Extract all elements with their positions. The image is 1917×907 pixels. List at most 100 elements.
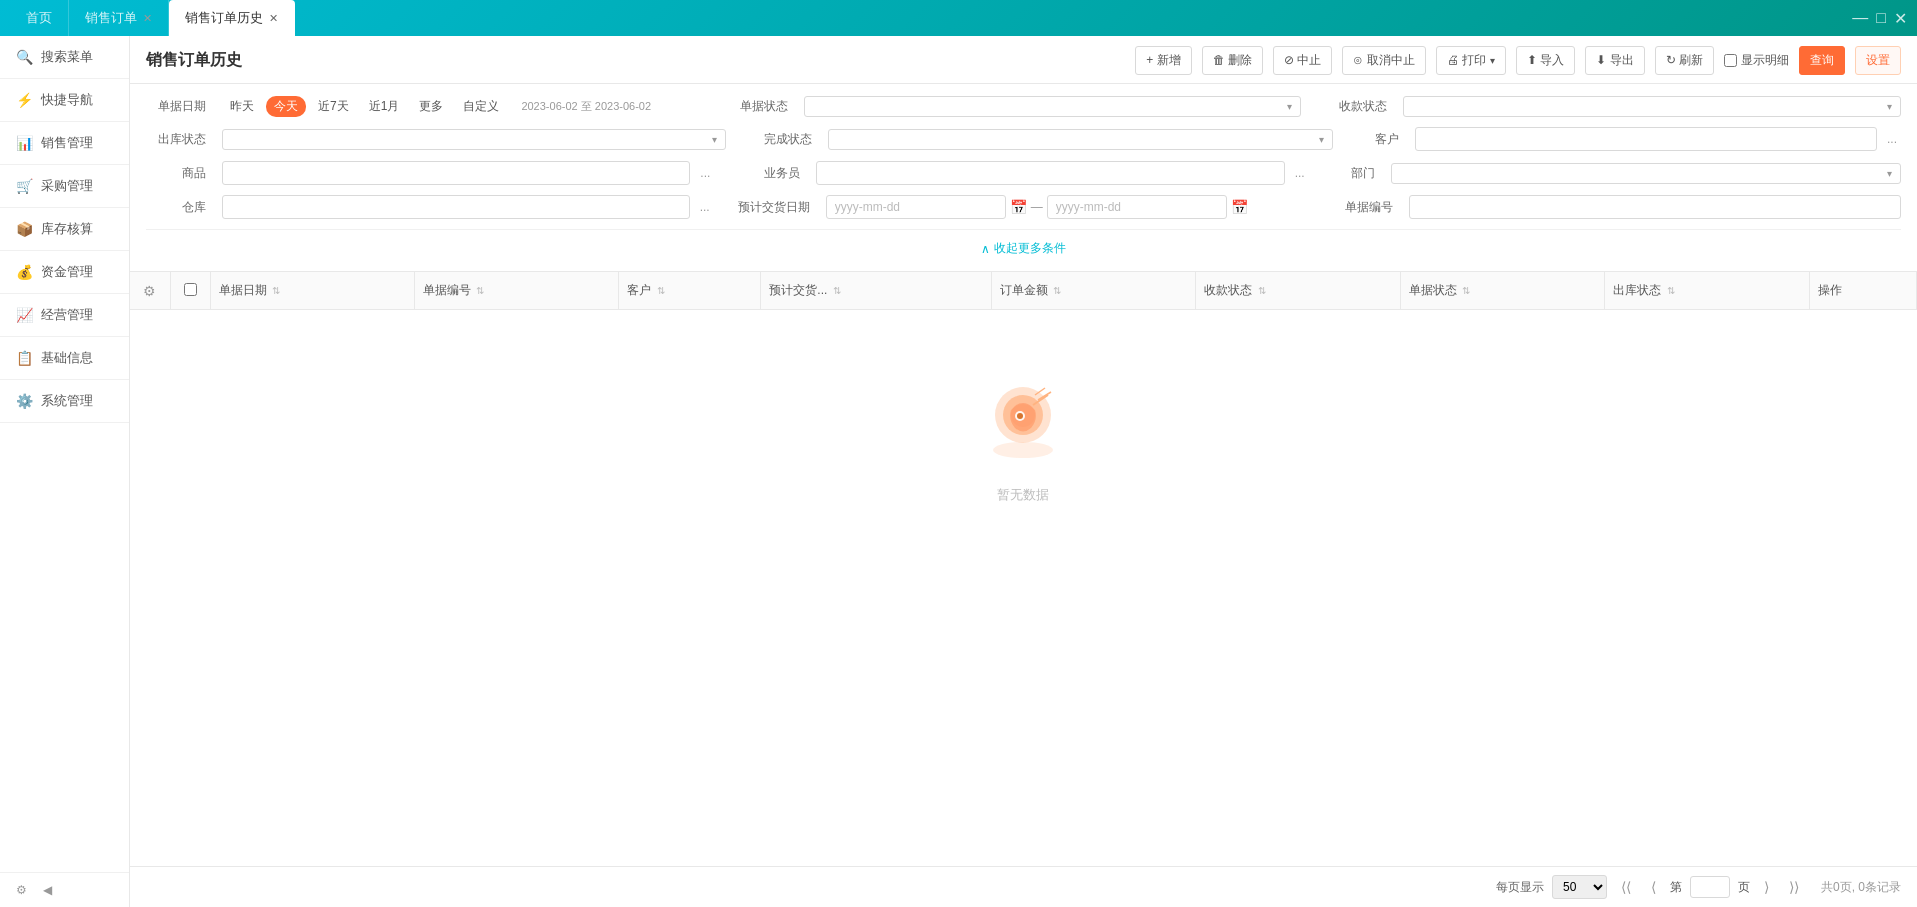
filter-row-1: 单据日期 昨天 今天 近7天 近1月 更多 自定义 2023-06-02 至 2…: [146, 96, 1901, 117]
table-checkbox-header[interactable]: [170, 272, 210, 310]
col-customer-sort-icon[interactable]: ⇅: [657, 285, 665, 296]
import-button[interactable]: ⬆ 导入: [1516, 46, 1575, 75]
window-close-btn[interactable]: ✕: [1894, 9, 1907, 28]
customer-input[interactable]: [1415, 127, 1877, 151]
payment-status-select[interactable]: ▾: [1403, 96, 1901, 117]
order-no-input[interactable]: [1409, 195, 1901, 219]
delivery-end-calendar-icon[interactable]: 📅: [1231, 199, 1248, 215]
date-today-btn[interactable]: 今天: [266, 96, 306, 117]
stop-button[interactable]: ⊘ 中止: [1273, 46, 1332, 75]
salesperson-input[interactable]: [816, 161, 1284, 185]
date-7days-btn[interactable]: 近7天: [310, 96, 357, 117]
window-min-btn[interactable]: —: [1852, 9, 1868, 27]
empty-state: 暂无数据: [130, 310, 1917, 564]
salesperson-more-btn[interactable]: ...: [1291, 166, 1309, 180]
tab-sales-order-close[interactable]: ✕: [143, 12, 152, 25]
sidebar-item-purchase[interactable]: 🛒 采购管理: [0, 165, 129, 208]
new-button[interactable]: + 新增: [1135, 46, 1191, 75]
col-out-sort-icon[interactable]: ⇅: [1667, 285, 1675, 296]
sidebar-item-system[interactable]: ⚙️ 系统管理: [0, 380, 129, 423]
col-payment-sort-icon[interactable]: ⇅: [1258, 285, 1266, 296]
status-select[interactable]: ▾: [804, 96, 1302, 117]
complete-status-arrow-icon: ▾: [1319, 134, 1324, 145]
sidebar-item-quicknav[interactable]: ⚡ 快捷导航: [0, 79, 129, 122]
col-payment-status: 收款状态 ⇅: [1196, 272, 1400, 310]
sidebar-item-basic-label: 基础信息: [41, 349, 93, 367]
goods-input[interactable]: [222, 161, 690, 185]
print-arrow-icon: ▾: [1490, 55, 1495, 66]
date-1month-btn[interactable]: 近1月: [361, 96, 408, 117]
table-settings-icon[interactable]: ⚙: [143, 283, 156, 299]
collapse-up-icon: ∧: [981, 242, 990, 256]
col-no: 单据编号 ⇅: [414, 272, 618, 310]
next-page-btn[interactable]: ⟩: [1758, 876, 1775, 898]
warehouse-control: ...: [222, 195, 714, 219]
collapse-btn[interactable]: ∧ 收起更多条件: [981, 236, 1066, 259]
export-button[interactable]: ⬇ 导出: [1585, 46, 1644, 75]
settings-button[interactable]: 设置: [1855, 46, 1901, 75]
sidebar-item-operations[interactable]: 📈 经营管理: [0, 294, 129, 337]
query-button[interactable]: 查询: [1799, 46, 1845, 75]
col-amount-sort-icon[interactable]: ⇅: [1053, 285, 1061, 296]
sidebar-item-sales-label: 销售管理: [41, 134, 93, 152]
tab-sales-order-history[interactable]: 销售订单历史 ✕: [169, 0, 295, 36]
footer: 每页显示 50 10 20 100 ⟨⟨ ⟨ 第 1 页 ⟩ ⟩⟩ 共0页, 0…: [130, 866, 1917, 907]
per-page-select[interactable]: 50 10 20 100: [1552, 875, 1607, 899]
sidebar-item-sales[interactable]: 📊 销售管理: [0, 122, 129, 165]
complete-status-select[interactable]: ▾: [828, 129, 1332, 150]
sidebar-collapse-btn[interactable]: ◀: [43, 883, 52, 897]
page-input[interactable]: 1: [1690, 876, 1730, 898]
table-settings-header[interactable]: ⚙: [130, 272, 170, 310]
col-date-sort-icon[interactable]: ⇅: [272, 285, 280, 296]
window-max-btn[interactable]: □: [1876, 9, 1886, 27]
date-custom-btn[interactable]: 自定义: [455, 96, 507, 117]
table-select-all-checkbox[interactable]: [184, 283, 197, 296]
col-doc-sort-icon[interactable]: ⇅: [1462, 285, 1470, 296]
warehouse-input[interactable]: [222, 195, 690, 219]
payment-status-label: 收款状态: [1317, 98, 1387, 115]
warehouse-more-btn[interactable]: ...: [696, 200, 714, 214]
refresh-button[interactable]: ↻ 刷新: [1655, 46, 1714, 75]
sidebar-item-search[interactable]: 🔍 搜索菜单: [0, 36, 129, 79]
basic-icon: 📋: [16, 350, 33, 366]
filter-row-2: 出库状态 ▾ 完成状态 ▾ 客户 ...: [146, 127, 1901, 151]
cancel-stop-button[interactable]: ⊙ 取消中止: [1342, 46, 1425, 75]
delivery-label: 预计交货日期: [730, 199, 810, 216]
print-button[interactable]: 🖨 打印 ▾: [1436, 46, 1506, 75]
display-cols-checkbox[interactable]: [1724, 54, 1737, 67]
col-no-sort-icon[interactable]: ⇅: [476, 285, 484, 296]
sidebar-item-finance[interactable]: 💰 资金管理: [0, 251, 129, 294]
tab-sales-order-label: 销售订单: [85, 9, 137, 27]
delivery-start-input[interactable]: [826, 195, 1006, 219]
prev-page-btn[interactable]: ⟨: [1645, 876, 1662, 898]
out-status-select[interactable]: ▾: [222, 129, 726, 150]
empty-text: 暂无数据: [997, 486, 1049, 504]
delivery-start-calendar-icon[interactable]: 📅: [1010, 199, 1027, 215]
sidebar-settings-btn[interactable]: ⚙: [16, 883, 27, 897]
sidebar-item-basic[interactable]: 📋 基础信息: [0, 337, 129, 380]
first-page-btn[interactable]: ⟨⟨: [1615, 876, 1637, 898]
content-area: 销售订单历史 + 新增 🗑 删除 ⊘ 中止 ⊙ 取消中止 🖨 打印 ▾ ⬆ 导入…: [130, 36, 1917, 907]
sidebar-item-inventory[interactable]: 📦 库存核算: [0, 208, 129, 251]
goods-more-btn[interactable]: ...: [696, 166, 714, 180]
sidebar-item-purchase-label: 采购管理: [41, 177, 93, 195]
col-delivery-sort-icon[interactable]: ⇅: [833, 285, 841, 296]
last-page-btn[interactable]: ⟩⟩: [1783, 876, 1805, 898]
customer-more-btn[interactable]: ...: [1883, 132, 1901, 146]
delivery-end-input[interactable]: [1047, 195, 1227, 219]
delete-button[interactable]: 🗑 删除: [1202, 46, 1263, 75]
tab-sales-order-history-close[interactable]: ✕: [269, 12, 278, 25]
sidebar-item-operations-label: 经营管理: [41, 306, 93, 324]
complete-status-label: 完成状态: [742, 131, 812, 148]
col-doc-status-label: 单据状态: [1409, 283, 1457, 297]
col-action: 操作: [1809, 272, 1916, 310]
dept-select[interactable]: ▾: [1391, 163, 1901, 184]
date-quick-btns: 昨天 今天 近7天 近1月 更多 自定义: [222, 96, 507, 117]
tab-home[interactable]: 首页: [10, 0, 69, 36]
sidebar-item-quicknav-label: 快捷导航: [41, 91, 93, 109]
date-yesterday-btn[interactable]: 昨天: [222, 96, 262, 117]
purchase-icon: 🛒: [16, 178, 33, 194]
tab-sales-order[interactable]: 销售订单 ✕: [69, 0, 169, 36]
date-more-btn[interactable]: 更多: [411, 96, 451, 117]
print-label: 🖨 打印: [1447, 52, 1486, 69]
